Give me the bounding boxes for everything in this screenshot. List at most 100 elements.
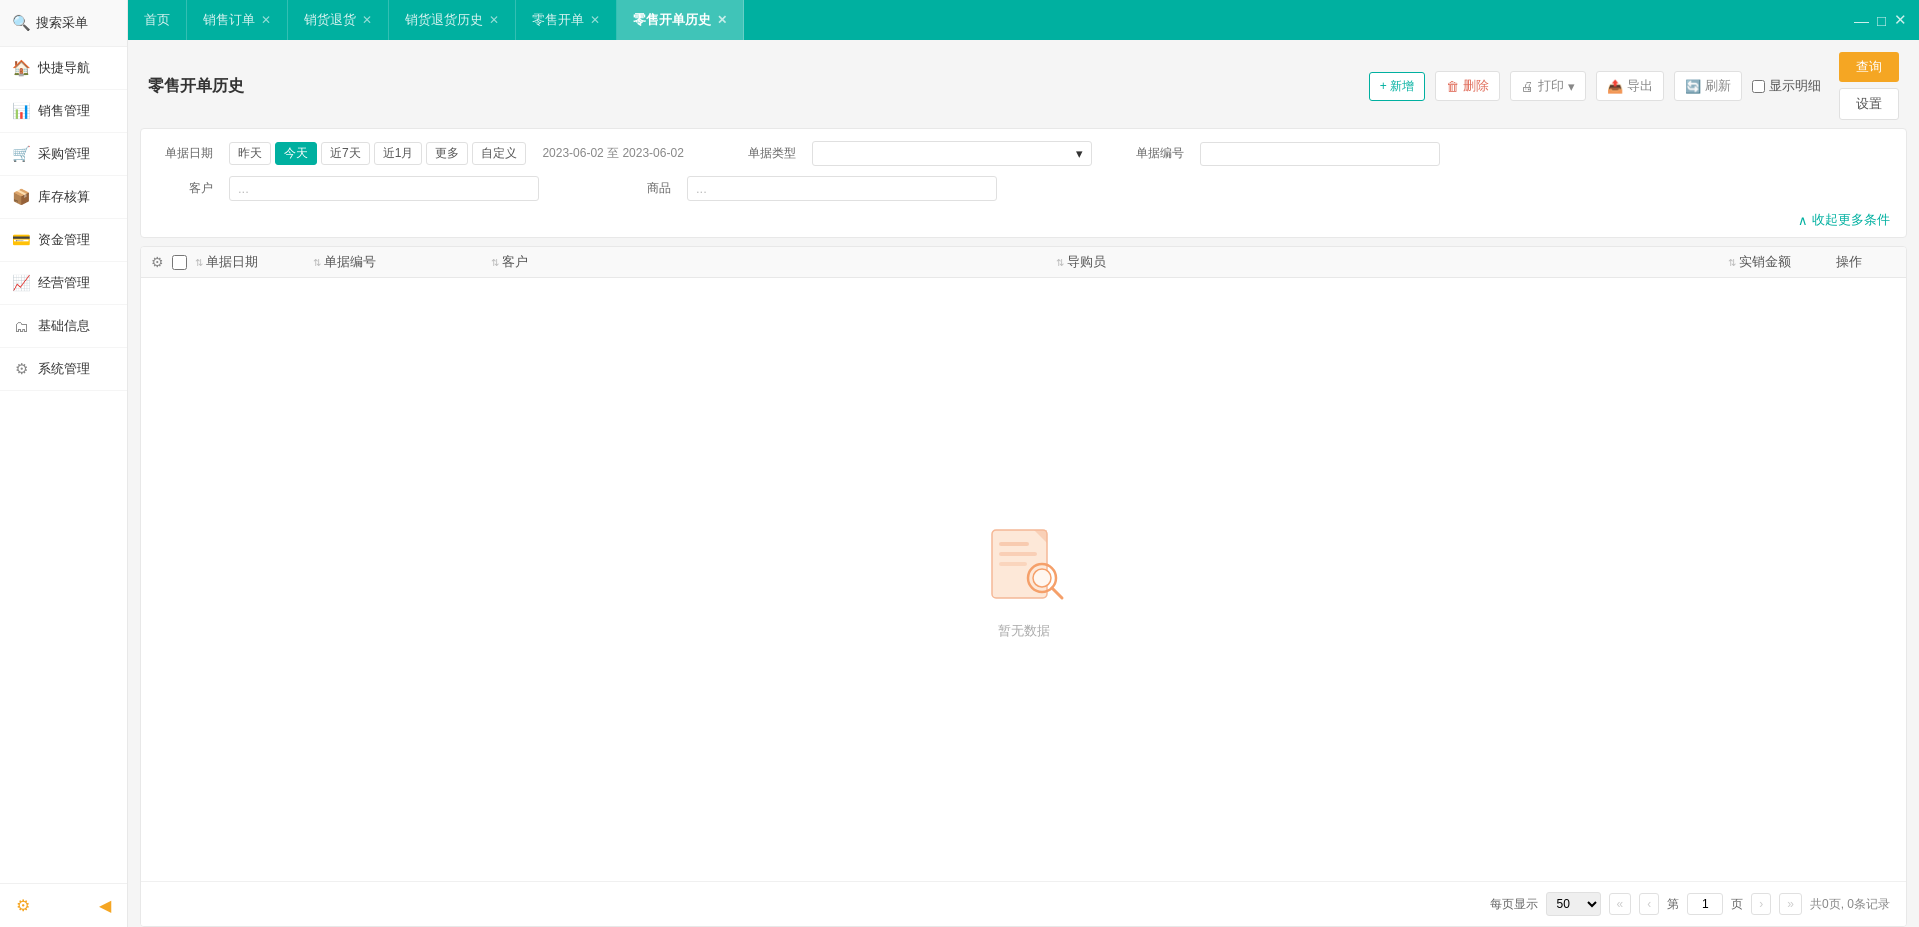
- show-detail-checkbox[interactable]: [1752, 80, 1765, 93]
- export-icon: 📤: [1607, 79, 1623, 94]
- sidebar-item-inventory[interactable]: 📦 库存核算: [0, 176, 127, 219]
- sales-mgmt-icon: 📊: [12, 102, 30, 120]
- sidebar-item-basic-info[interactable]: 🗂 基础信息: [0, 305, 127, 348]
- tab-sales-order[interactable]: 销售订单 ✕: [187, 0, 288, 40]
- sidebar-item-purchase-mgmt[interactable]: 🛒 采购管理: [0, 133, 127, 176]
- toolbar: + 新增 🗑 删除 🖨 打印 ▾ 📤 导出 🔄 刷新: [1369, 52, 1899, 120]
- operation-icon: 📈: [12, 274, 30, 292]
- settings-gear-icon[interactable]: ⚙: [16, 896, 30, 915]
- tab-home[interactable]: 首页: [128, 0, 187, 40]
- add-button[interactable]: + 新增: [1369, 72, 1425, 101]
- table-select-all-checkbox[interactable]: [172, 255, 187, 270]
- customer-input[interactable]: ...: [229, 176, 539, 201]
- sidebar-collapse-icon[interactable]: ◀: [99, 896, 111, 915]
- show-detail-wrap[interactable]: 显示明细: [1752, 77, 1821, 95]
- tab-retail-open-history-close[interactable]: ✕: [717, 13, 727, 27]
- next-page-btn[interactable]: ›: [1751, 893, 1771, 915]
- first-page-btn[interactable]: «: [1609, 893, 1632, 915]
- filter-row-1: 单据日期 昨天 今天 近7天 近1月 更多 自定义 2023-06-02 至 2…: [157, 141, 1890, 166]
- print-button[interactable]: 🖨 打印 ▾: [1510, 71, 1586, 101]
- basic-info-icon: 🗂: [12, 318, 30, 335]
- tab-sales-return-history-label: 销货退货历史: [405, 11, 483, 29]
- doc-type-select[interactable]: [812, 141, 1092, 166]
- empty-state: 暂无数据: [141, 278, 1906, 881]
- tab-sales-return[interactable]: 销货退货 ✕: [288, 0, 389, 40]
- col-guide-label: 导购员: [1067, 253, 1106, 271]
- doc-num-label: 单据编号: [1128, 145, 1184, 162]
- sidebar-item-label: 经营管理: [38, 274, 90, 292]
- col-header-customer[interactable]: ⇅ 客户: [491, 253, 1048, 271]
- filter-area: 单据日期 昨天 今天 近7天 近1月 更多 自定义 2023-06-02 至 2…: [140, 128, 1907, 238]
- pagination: 每页显示 50 10 20 100 « ‹ 第 页 › » 共0页, 0条记录: [141, 881, 1906, 926]
- page-input[interactable]: [1687, 893, 1723, 915]
- show-detail-label: 显示明细: [1769, 77, 1821, 95]
- refresh-label: 刷新: [1705, 77, 1731, 95]
- date-filter-label: 单据日期: [157, 145, 213, 162]
- col-header-guide[interactable]: ⇅ 导购员: [1056, 253, 1156, 271]
- sidebar-item-sales-mgmt[interactable]: 📊 销售管理: [0, 90, 127, 133]
- page-title: 零售开单历史: [148, 76, 244, 97]
- window-max-btn[interactable]: □: [1877, 12, 1886, 29]
- tab-sales-return-close[interactable]: ✕: [362, 13, 372, 27]
- tab-sales-order-close[interactable]: ✕: [261, 13, 271, 27]
- sidebar-item-system[interactable]: ⚙ 系统管理: [0, 348, 127, 391]
- date-btn-today[interactable]: 今天: [275, 142, 317, 165]
- set-button[interactable]: 设置: [1839, 88, 1899, 120]
- prev-page-btn[interactable]: ‹: [1639, 893, 1659, 915]
- query-button[interactable]: 查询: [1839, 52, 1899, 82]
- sidebar-item-label: 库存核算: [38, 188, 90, 206]
- goods-label: 商品: [615, 180, 671, 197]
- per-page-select[interactable]: 50 10 20 100: [1546, 892, 1601, 916]
- last-page-btn[interactable]: »: [1779, 893, 1802, 915]
- date-btn-7days[interactable]: 近7天: [321, 142, 370, 165]
- tab-retail-open-history[interactable]: 零售开单历史 ✕: [617, 0, 744, 40]
- date-btn-yesterday[interactable]: 昨天: [229, 142, 271, 165]
- date-btn-custom[interactable]: 自定义: [472, 142, 526, 165]
- table-area: ⚙ ⇅ 单据日期 ⇅ 单据编号 ⇅ 客户 ⇅ 导购员: [140, 246, 1907, 927]
- sidebar-item-label: 销售管理: [38, 102, 90, 120]
- per-page-label: 每页显示: [1490, 896, 1538, 913]
- sidebar-item-finance[interactable]: 💳 资金管理: [0, 219, 127, 262]
- doc-type-chevron-icon: [1076, 146, 1083, 161]
- sort-icon-guide: ⇅: [1056, 257, 1064, 268]
- collapse-label: 收起更多条件: [1812, 211, 1890, 229]
- sort-icon-amount: ⇅: [1728, 257, 1736, 268]
- sidebar-search[interactable]: 🔍 搜索采单: [0, 0, 127, 47]
- goods-placeholder: ...: [696, 181, 707, 196]
- col-header-num[interactable]: ⇅ 单据编号: [313, 253, 483, 271]
- svg-rect-2: [999, 552, 1037, 556]
- collapse-button[interactable]: ∧ 收起更多条件: [1798, 211, 1890, 229]
- sidebar-item-operation[interactable]: 📈 经营管理: [0, 262, 127, 305]
- purchase-mgmt-icon: 🛒: [12, 145, 30, 163]
- date-btn-more[interactable]: 更多: [426, 142, 468, 165]
- inventory-icon: 📦: [12, 188, 30, 206]
- goods-input[interactable]: ...: [687, 176, 997, 201]
- sidebar-item-quick-nav[interactable]: 🏠 快捷导航: [0, 47, 127, 90]
- date-filter-btns: 昨天 今天 近7天 近1月 更多 自定义: [229, 142, 526, 165]
- tab-retail-open-close[interactable]: ✕: [590, 13, 600, 27]
- col-header-amount[interactable]: ⇅ 实销金额: [1728, 253, 1828, 271]
- date-btn-1month[interactable]: 近1月: [374, 142, 423, 165]
- refresh-button[interactable]: 🔄 刷新: [1674, 71, 1742, 101]
- page-of-label: 页: [1731, 896, 1743, 913]
- quick-nav-icon: 🏠: [12, 59, 30, 77]
- sidebar-search-label: 搜索采单: [36, 14, 88, 32]
- table-settings-icon[interactable]: ⚙: [151, 254, 164, 270]
- tab-sales-return-history[interactable]: 销货退货历史 ✕: [389, 0, 516, 40]
- col-header-date[interactable]: ⇅ 单据日期: [195, 253, 305, 271]
- tab-home-label: 首页: [144, 11, 170, 29]
- query-column: 查询 设置: [1839, 52, 1899, 120]
- doc-num-input[interactable]: [1200, 142, 1440, 166]
- delete-label: 删除: [1463, 77, 1489, 95]
- tab-sales-return-history-close[interactable]: ✕: [489, 13, 499, 27]
- window-close-btn[interactable]: ✕: [1894, 11, 1907, 29]
- window-controls: — □ ✕: [1854, 11, 1919, 29]
- system-icon: ⚙: [12, 360, 30, 378]
- tab-retail-open[interactable]: 零售开单 ✕: [516, 0, 617, 40]
- window-min-btn[interactable]: —: [1854, 12, 1869, 29]
- refresh-icon: 🔄: [1685, 79, 1701, 94]
- export-button[interactable]: 📤 导出: [1596, 71, 1664, 101]
- doc-type-label: 单据类型: [740, 145, 796, 162]
- sidebar-item-label: 采购管理: [38, 145, 90, 163]
- delete-button[interactable]: 🗑 删除: [1435, 71, 1500, 101]
